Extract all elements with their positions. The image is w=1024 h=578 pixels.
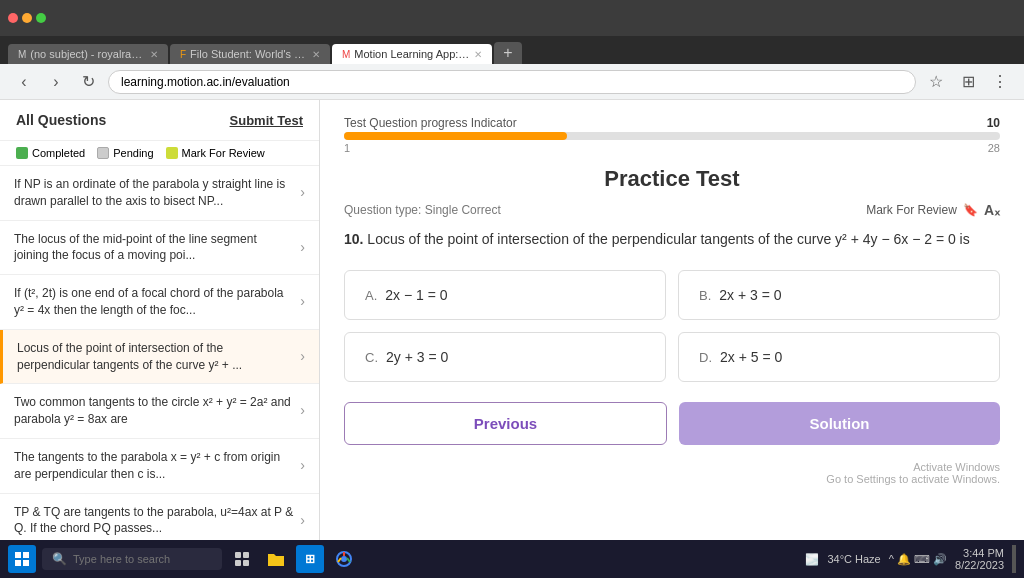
taskbar: 🔍 ⊞ 🌫️ 34°C Haze ^ 🔔 ⌨ 🔊 3:44 PM (0, 540, 1024, 578)
app-body: All Questions Submit Test Completed Pend… (0, 100, 1024, 578)
bookmark-icon: 🔖 (963, 203, 978, 217)
sidebar-title: All Questions (16, 112, 106, 128)
progress-bar-container (344, 132, 1000, 140)
question-item-8[interactable]: The locus of the mid-point of the line s… (0, 221, 319, 276)
main-content: Test Question progress Indicator 10 1 28… (320, 100, 1024, 578)
date-display: 8/22/2023 (955, 559, 1004, 571)
legend-row: Completed Pending Mark For Review (0, 141, 319, 166)
progress-label-row: Test Question progress Indicator 10 (344, 116, 1000, 130)
taskbar-search-icon: 🔍 (52, 552, 67, 566)
legend-pending: Pending (97, 147, 153, 159)
weather-temp: 34°C Haze (827, 553, 880, 565)
svg-rect-3 (23, 560, 29, 566)
options-grid: A. 2x − 1 = 0 B. 2x + 3 = 0 C. 2y + 3 = … (344, 270, 1000, 382)
question-meta: Question type: Single Correct Mark For R… (344, 202, 1000, 218)
chevron-icon-10: › (300, 347, 305, 367)
weather-icon: 🌫️ (805, 553, 819, 566)
browser-chrome (0, 0, 1024, 36)
progress-bar-fill (344, 132, 567, 140)
tab-1[interactable]: F Filo Student: World's Only Live... ✕ (170, 44, 330, 64)
chevron-icon-12: › (300, 456, 305, 476)
question-item-7[interactable]: If NP is an ordinate of the parabola y s… (0, 166, 319, 221)
legend-mark: Mark For Review (166, 147, 265, 159)
previous-button[interactable]: Previous (344, 402, 667, 445)
mark-for-review-button[interactable]: Mark For Review 🔖 Aₓ (866, 202, 1000, 218)
chevron-icon-11: › (300, 401, 305, 421)
activate-windows-notice: Activate Windows Go to Settings to activ… (344, 461, 1000, 485)
practice-test-title: Practice Test (344, 166, 1000, 192)
tab-2[interactable]: M Motion Learning App: Download... ✕ (332, 44, 492, 64)
taskbar-search-box[interactable]: 🔍 (42, 548, 222, 570)
chevron-icon-13: › (300, 511, 305, 531)
question-item-9[interactable]: If (t², 2t) is one end of a focal chord … (0, 275, 319, 330)
question-item-12[interactable]: The tangents to the parabola x = y² + c … (0, 439, 319, 494)
pending-dot (97, 147, 109, 159)
tab-close-2[interactable]: ✕ (474, 49, 482, 60)
svg-line-11 (347, 558, 350, 562)
chevron-icon-7: › (300, 183, 305, 203)
forward-button[interactable]: › (44, 73, 68, 91)
taskbar-right: 🌫️ 34°C Haze ^ 🔔 ⌨ 🔊 3:44 PM 8/22/2023 (805, 545, 1016, 573)
svg-rect-6 (235, 560, 241, 566)
progress-min: 1 (344, 142, 350, 154)
question-type-label: Question type: Single Correct (344, 203, 501, 217)
option-b[interactable]: B. 2x + 3 = 0 (678, 270, 1000, 320)
question-item-10[interactable]: Locus of the point of intersection of th… (0, 330, 319, 385)
progress-range: 1 28 (344, 142, 1000, 154)
question-item-11[interactable]: Two common tangents to the circle x² + y… (0, 384, 319, 439)
extensions-button[interactable]: ⊞ (956, 72, 980, 91)
store-button[interactable]: ⊞ (296, 545, 324, 573)
svg-line-12 (338, 558, 341, 562)
clock: 3:44 PM 8/22/2023 (955, 547, 1004, 571)
svg-rect-5 (243, 552, 249, 558)
progress-current: 10 (987, 116, 1000, 130)
tab-close-0[interactable]: ✕ (150, 49, 158, 60)
back-button[interactable]: ‹ (12, 73, 36, 91)
activate-windows-subtitle: Go to Settings to activate Windows. (344, 473, 1000, 485)
chevron-icon-9: › (300, 292, 305, 312)
solution-button[interactable]: Solution (679, 402, 1000, 445)
font-size-icon: Aₓ (984, 202, 1000, 218)
progress-section: Test Question progress Indicator 10 1 28 (344, 116, 1000, 154)
show-desktop-button[interactable] (1012, 545, 1016, 573)
sidebar: All Questions Submit Test Completed Pend… (0, 100, 320, 578)
option-d[interactable]: D. 2x + 5 = 0 (678, 332, 1000, 382)
reload-button[interactable]: ↻ (76, 72, 100, 91)
sidebar-header: All Questions Submit Test (0, 100, 319, 141)
svg-point-9 (341, 556, 347, 562)
system-tray-icons: ^ 🔔 ⌨ 🔊 (889, 553, 947, 566)
tab-0[interactable]: M (no subject) - royalrao3042007@... ✕ (8, 44, 168, 64)
mark-dot (166, 147, 178, 159)
completed-dot (16, 147, 28, 159)
address-input[interactable] (108, 70, 916, 94)
tab-close-1[interactable]: ✕ (312, 49, 320, 60)
new-tab-button[interactable]: + (494, 42, 522, 64)
svg-rect-0 (15, 552, 21, 558)
option-a[interactable]: A. 2x − 1 = 0 (344, 270, 666, 320)
progress-max: 28 (988, 142, 1000, 154)
svg-rect-4 (235, 552, 241, 558)
bookmark-button[interactable]: ☆ (924, 72, 948, 91)
svg-rect-1 (23, 552, 29, 558)
chrome-button[interactable] (330, 545, 358, 573)
time-display: 3:44 PM (955, 547, 1004, 559)
svg-rect-7 (243, 560, 249, 566)
activate-windows-title: Activate Windows (344, 461, 1000, 473)
submit-test-button[interactable]: Submit Test (230, 113, 303, 128)
start-button[interactable] (8, 545, 36, 573)
option-c[interactable]: C. 2y + 3 = 0 (344, 332, 666, 382)
task-view-button[interactable] (228, 545, 256, 573)
taskbar-search-input[interactable] (73, 553, 203, 565)
legend-completed: Completed (16, 147, 85, 159)
svg-rect-2 (15, 560, 21, 566)
address-bar-row: ‹ › ↻ ☆ ⊞ ⋮ (0, 64, 1024, 100)
file-explorer-button[interactable] (262, 545, 290, 573)
tab-bar: M (no subject) - royalrao3042007@... ✕ F… (0, 36, 1024, 64)
question-text: 10. Locus of the point of intersection o… (344, 228, 1000, 250)
chevron-icon-8: › (300, 238, 305, 258)
action-row: Previous Solution (344, 402, 1000, 445)
progress-label: Test Question progress Indicator (344, 116, 517, 130)
menu-button[interactable]: ⋮ (988, 72, 1012, 91)
